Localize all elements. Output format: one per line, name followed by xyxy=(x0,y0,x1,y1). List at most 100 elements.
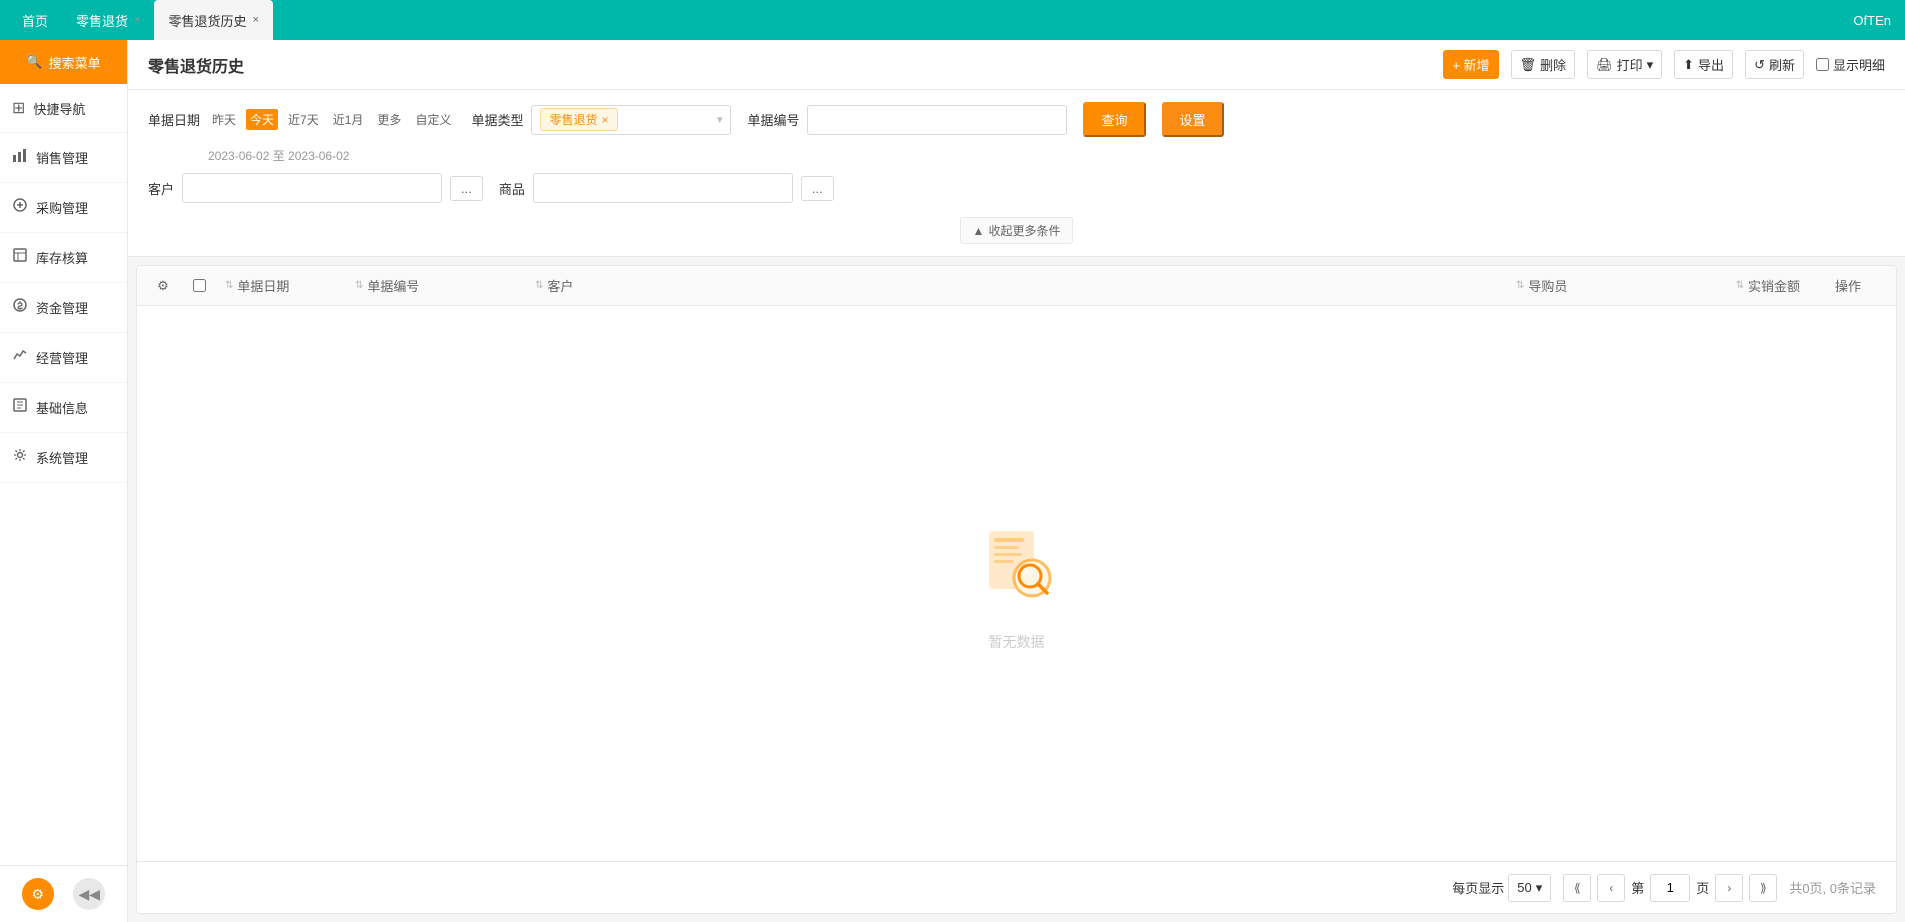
next-page-btn[interactable]: › xyxy=(1715,874,1743,902)
page-header: 零售退货历史 + 新增 🗑 删除 🖨 打印 ▾ ⬆ 导出 ↺ xyxy=(128,40,1905,90)
doc-type-select[interactable]: 零售退货 × ▾ xyxy=(531,105,731,135)
th-guide[interactable]: ⇅ 导购员 xyxy=(1508,276,1688,295)
top-navigation-bar: 首页 零售退货 × 零售退货历史 × OfTEn xyxy=(0,0,1905,40)
last-page-btn[interactable]: ⟫ xyxy=(1749,874,1777,902)
per-page-dropdown-icon: ▾ xyxy=(1536,880,1543,896)
page-number-input[interactable] xyxy=(1650,874,1690,902)
customer-filter: 客户 ... xyxy=(148,173,483,203)
query-button[interactable]: 查询 xyxy=(1083,102,1145,137)
delete-icon: 🗑 xyxy=(1520,57,1537,73)
date-range-display: 2023-06-02 至 2023-06-02 xyxy=(208,149,349,163)
doc-num-input[interactable] xyxy=(807,105,1067,135)
settings-icon: ⚙ xyxy=(157,278,169,294)
sidebar-item-quick-nav[interactable]: ⊞ 快捷导航 xyxy=(0,84,127,133)
sidebar-search[interactable]: 🔍 搜索菜单 xyxy=(0,40,127,84)
sidebar-item-finance[interactable]: 资金管理 xyxy=(0,283,127,333)
show-detail-checkbox-label[interactable]: 显示明细 xyxy=(1816,55,1885,74)
print-dropdown-icon: ▾ xyxy=(1647,57,1654,73)
shortcut-yesterday[interactable]: 昨天 xyxy=(208,109,240,130)
delete-button[interactable]: 🗑 删除 xyxy=(1511,50,1576,79)
shortcut-today[interactable]: 今天 xyxy=(246,109,278,130)
doc-type-dropdown-icon: ▾ xyxy=(717,113,723,126)
sales-icon xyxy=(12,147,28,168)
total-info: 共0页, 0条记录 xyxy=(1789,878,1876,897)
sidebar-bottom: ⚙ ◀◀ xyxy=(0,865,127,922)
filter-area: 单据日期 昨天 今天 近7天 近1月 更多 自定义 单据类型 xyxy=(128,90,1905,257)
sort-icon-num: ⇅ xyxy=(355,280,363,291)
finance-icon xyxy=(12,297,28,318)
shortcut-last7[interactable]: 近7天 xyxy=(284,109,323,130)
th-checkbox[interactable] xyxy=(181,279,217,292)
close-retail-return-history-tab[interactable]: × xyxy=(252,14,258,26)
purchase-icon xyxy=(12,197,28,218)
first-page-btn[interactable]: ⟪ xyxy=(1563,874,1591,902)
goods-ellipsis-btn[interactable]: ... xyxy=(801,176,834,201)
th-num[interactable]: ⇅ 单据编号 xyxy=(347,276,527,295)
table-footer: 每页显示 50 ▾ ⟪ ‹ 第 页 › ⟫ 共0页, 0条记录 xyxy=(137,861,1896,913)
add-button[interactable]: + 新增 xyxy=(1443,50,1498,79)
print-icon: 🖨 xyxy=(1596,57,1613,73)
sound-bottom-btn[interactable]: ◀◀ xyxy=(73,878,105,910)
th-action: 操作 xyxy=(1808,276,1888,295)
main-layout: 🔍 搜索菜单 ⊞ 快捷导航 销售管理 采购管理 库存核算 xyxy=(0,40,1905,922)
tab-retail-return-history[interactable]: 零售退货历史 × xyxy=(154,0,272,40)
app-title: OfTEn xyxy=(1853,13,1891,28)
customer-ellipsis-btn[interactable]: ... xyxy=(450,176,483,201)
system-icon xyxy=(12,447,28,468)
doc-type-tag: 零售退货 × xyxy=(540,108,617,131)
th-date[interactable]: ⇅ 单据日期 xyxy=(217,276,347,295)
sidebar-item-basic-info[interactable]: 基础信息 xyxy=(0,383,127,433)
header-actions: + 新增 🗑 删除 🖨 打印 ▾ ⬆ 导出 ↺ 刷新 xyxy=(1443,50,1885,79)
per-page-select: 每页显示 50 ▾ xyxy=(1452,874,1551,902)
operation-icon xyxy=(12,347,28,368)
content-area: 零售退货历史 + 新增 🗑 删除 🖨 打印 ▾ ⬆ 导出 ↺ xyxy=(128,40,1905,922)
show-detail-checkbox[interactable] xyxy=(1816,58,1829,71)
th-amount[interactable]: ⇅ 实销金额 xyxy=(1688,276,1808,295)
shortcut-last-month[interactable]: 近1月 xyxy=(329,109,368,130)
sort-icon-guide: ⇅ xyxy=(1516,280,1524,291)
tab-home[interactable]: 首页 xyxy=(8,0,62,40)
collapse-btn[interactable]: ▲ 收起更多条件 xyxy=(960,217,1074,244)
sidebar-item-inventory[interactable]: 库存核算 xyxy=(0,233,127,283)
table-header: ⚙ ⇅ 单据日期 ⇅ 单据编号 ⇅ 客户 ⇅ xyxy=(137,266,1896,306)
sidebar: 🔍 搜索菜单 ⊞ 快捷导航 销售管理 采购管理 库存核算 xyxy=(0,40,128,922)
quick-nav-icon: ⊞ xyxy=(12,98,25,118)
sidebar-item-sales-mgmt[interactable]: 销售管理 xyxy=(0,133,127,183)
filter-row-2: 客户 ... 商品 ... xyxy=(148,173,1885,203)
doc-num-filter: 单据编号 xyxy=(747,105,1067,135)
collapse-icon: ▲ xyxy=(973,224,985,238)
doc-type-filter: 单据类型 零售退货 × ▾ xyxy=(471,105,731,135)
prev-page-btn[interactable]: ‹ xyxy=(1597,874,1625,902)
export-icon: ⬆ xyxy=(1683,57,1694,73)
setting-button[interactable]: 设置 xyxy=(1162,102,1224,137)
export-button[interactable]: ⬆ 导出 xyxy=(1674,50,1733,79)
tab-retail-return[interactable]: 零售退货 × xyxy=(62,0,154,40)
shortcut-custom[interactable]: 自定义 xyxy=(411,109,455,130)
goods-input[interactable] xyxy=(533,173,793,203)
sort-icon-amount: ⇅ xyxy=(1736,280,1744,291)
doc-type-tag-close[interactable]: × xyxy=(601,113,608,127)
th-customer[interactable]: ⇅ 客户 xyxy=(527,276,1508,295)
th-settings[interactable]: ⚙ xyxy=(145,278,181,294)
empty-illustration xyxy=(967,516,1067,616)
shortcut-more[interactable]: 更多 xyxy=(373,109,405,130)
sidebar-item-purchase-mgmt[interactable]: 采购管理 xyxy=(0,183,127,233)
page-title: 零售退货历史 xyxy=(148,53,244,77)
print-button[interactable]: 🖨 打印 ▾ xyxy=(1587,50,1662,79)
inventory-icon xyxy=(12,247,28,268)
filter-row-1: 单据日期 昨天 今天 近7天 近1月 更多 自定义 单据类型 xyxy=(148,102,1885,137)
per-page-dropdown[interactable]: 50 ▾ xyxy=(1508,874,1551,902)
date-filter: 单据日期 昨天 今天 近7天 近1月 更多 自定义 xyxy=(148,109,455,130)
sidebar-item-system[interactable]: 系统管理 xyxy=(0,433,127,483)
table-container: ⚙ ⇅ 单据日期 ⇅ 单据编号 ⇅ 客户 ⇅ xyxy=(136,265,1897,914)
select-all-checkbox[interactable] xyxy=(193,279,206,292)
empty-state: 暂无数据 xyxy=(137,306,1896,861)
sidebar-item-operation[interactable]: 经营管理 xyxy=(0,333,127,383)
settings-bottom-btn[interactable]: ⚙ xyxy=(22,878,54,910)
refresh-button[interactable]: ↺ 刷新 xyxy=(1745,50,1804,79)
customer-input[interactable] xyxy=(182,173,442,203)
sort-icon-date: ⇅ xyxy=(225,280,233,291)
search-icon: 🔍 xyxy=(26,54,42,70)
close-retail-return-tab[interactable]: × xyxy=(134,14,140,26)
pagination-nav: ⟪ ‹ 第 页 › ⟫ xyxy=(1563,874,1777,902)
